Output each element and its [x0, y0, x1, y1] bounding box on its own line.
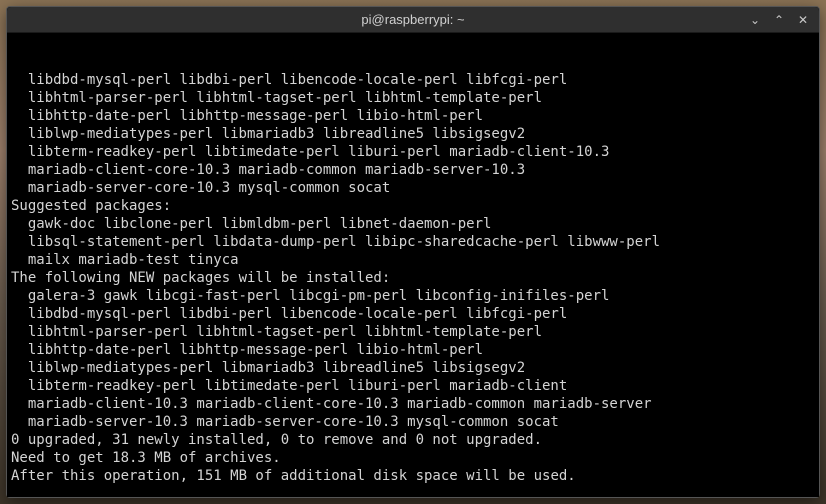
terminal-line: liblwp-mediatypes-perl libmariadb3 libre… — [11, 125, 815, 143]
minimize-button[interactable]: ⌄ — [743, 10, 767, 30]
window-controls: ⌄ ⌃ ✕ — [743, 10, 815, 30]
terminal-line: libhttp-date-perl libhttp-message-perl l… — [11, 107, 815, 125]
window-title: pi@raspberrypi: ~ — [7, 12, 819, 27]
terminal-line: mariadb-client-core-10.3 mariadb-common … — [11, 161, 815, 179]
terminal-line: libdbd-mysql-perl libdbi-perl libencode-… — [11, 71, 815, 89]
terminal-line: mariadb-server-core-10.3 mysql-common so… — [11, 179, 815, 197]
terminal-line: libhtml-parser-perl libhtml-tagset-perl … — [11, 89, 815, 107]
close-icon: ✕ — [798, 13, 808, 27]
maximize-icon: ⌃ — [774, 13, 784, 27]
terminal-line: galera-3 gawk libcgi-fast-perl libcgi-pm… — [11, 287, 815, 305]
terminal-line: mailx mariadb-test tinyca — [11, 251, 815, 269]
close-button[interactable]: ✕ — [791, 10, 815, 30]
terminal-line: After this operation, 151 MB of addition… — [11, 467, 815, 485]
maximize-button[interactable]: ⌃ — [767, 10, 791, 30]
terminal-line: Need to get 18.3 MB of archives. — [11, 449, 815, 467]
terminal-line: libsql-statement-perl libdata-dump-perl … — [11, 233, 815, 251]
terminal-line: libdbd-mysql-perl libdbi-perl libencode-… — [11, 305, 815, 323]
terminal-line: mariadb-server-10.3 mariadb-server-core-… — [11, 413, 815, 431]
terminal-window: pi@raspberrypi: ~ ⌄ ⌃ ✕ libdbd-mysql-per… — [6, 6, 820, 498]
minimize-icon: ⌄ — [750, 13, 760, 27]
terminal-line: libterm-readkey-perl libtimedate-perl li… — [11, 143, 815, 161]
terminal-output: libdbd-mysql-perl libdbi-perl libencode-… — [11, 71, 815, 485]
terminal-line: libhtml-parser-perl libhtml-tagset-perl … — [11, 323, 815, 341]
terminal-line: The following NEW packages will be insta… — [11, 269, 815, 287]
terminal-body[interactable]: libdbd-mysql-perl libdbi-perl libencode-… — [7, 33, 819, 497]
terminal-line: libterm-readkey-perl libtimedate-perl li… — [11, 377, 815, 395]
terminal-line: gawk-doc libclone-perl libmldbm-perl lib… — [11, 215, 815, 233]
terminal-line: mariadb-client-10.3 mariadb-client-core-… — [11, 395, 815, 413]
terminal-line: Suggested packages: — [11, 197, 815, 215]
titlebar[interactable]: pi@raspberrypi: ~ ⌄ ⌃ ✕ — [7, 7, 819, 33]
terminal-line: liblwp-mediatypes-perl libmariadb3 libre… — [11, 359, 815, 377]
terminal-line: libhttp-date-perl libhttp-message-perl l… — [11, 341, 815, 359]
terminal-line: 0 upgraded, 31 newly installed, 0 to rem… — [11, 431, 815, 449]
